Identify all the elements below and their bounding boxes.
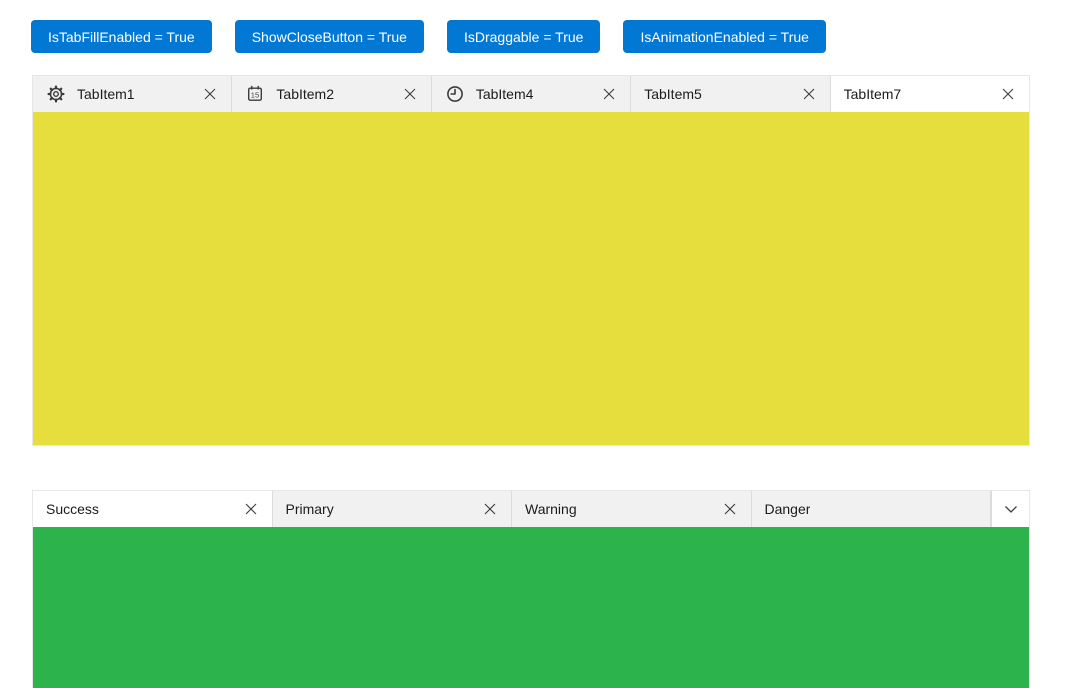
close-icon[interactable] — [402, 86, 418, 102]
tab-content-green — [33, 527, 1029, 688]
tab-primary[interactable]: Primary — [272, 491, 512, 527]
isdraggable-button[interactable]: IsDraggable = True — [446, 20, 601, 53]
tab-warning[interactable]: Warning — [512, 491, 752, 527]
tab-strip-bottom: Success Primary Warning Danger — [33, 491, 1029, 527]
tab-tabitem4[interactable]: TabItem4 — [431, 76, 632, 112]
gear-icon — [46, 84, 66, 104]
tab-strip-top: TabItem1 15 TabItem2 TabItem4 TabItem5 T… — [33, 76, 1030, 112]
tab-success[interactable]: Success — [33, 491, 273, 527]
close-icon[interactable] — [601, 86, 617, 102]
tabview-top: TabItem1 15 TabItem2 TabItem4 TabItem5 T… — [32, 75, 1030, 446]
tab-label: TabItem2 — [276, 86, 334, 102]
close-icon[interactable] — [202, 86, 218, 102]
tab-label: TabItem7 — [843, 86, 902, 102]
tab-tabitem2[interactable]: 15 TabItem2 — [232, 76, 432, 112]
showclosebutton-button[interactable]: ShowCloseButton = True — [234, 20, 424, 53]
close-icon[interactable] — [243, 501, 259, 517]
close-icon[interactable] — [482, 501, 498, 517]
toolbar: IsTabFillEnabled = True ShowCloseButton … — [31, 20, 1068, 53]
tab-overflow-button[interactable] — [991, 491, 1029, 527]
close-icon[interactable] — [801, 86, 817, 102]
tab-tabitem1[interactable]: TabItem1 — [33, 76, 233, 112]
tab-label: Danger — [764, 501, 811, 517]
tabview-bottom: Success Primary Warning Danger — [32, 490, 1030, 688]
tab-content-yellow — [33, 112, 1029, 445]
close-icon[interactable] — [722, 501, 738, 517]
tab-tabitem5[interactable]: TabItem5 — [631, 76, 831, 112]
tab-label: Success — [46, 501, 99, 517]
tab-label: Primary — [285, 501, 334, 517]
istabfillenabled-button[interactable]: IsTabFillEnabled = True — [31, 20, 212, 53]
close-icon[interactable] — [1000, 86, 1016, 102]
svg-text:15: 15 — [251, 90, 259, 99]
tab-danger[interactable]: Danger — [751, 491, 991, 527]
tab-label: TabItem5 — [644, 86, 702, 102]
tab-tabitem7[interactable]: TabItem7 — [830, 76, 1030, 112]
clock-icon — [445, 84, 465, 104]
isanimationenabled-button[interactable]: IsAnimationEnabled = True — [623, 20, 826, 53]
tab-label: TabItem1 — [77, 86, 135, 102]
calendar-icon: 15 — [245, 84, 265, 104]
tab-label: TabItem4 — [475, 86, 534, 102]
tab-label: Warning — [525, 501, 577, 517]
chevron-down-icon — [1003, 501, 1019, 517]
